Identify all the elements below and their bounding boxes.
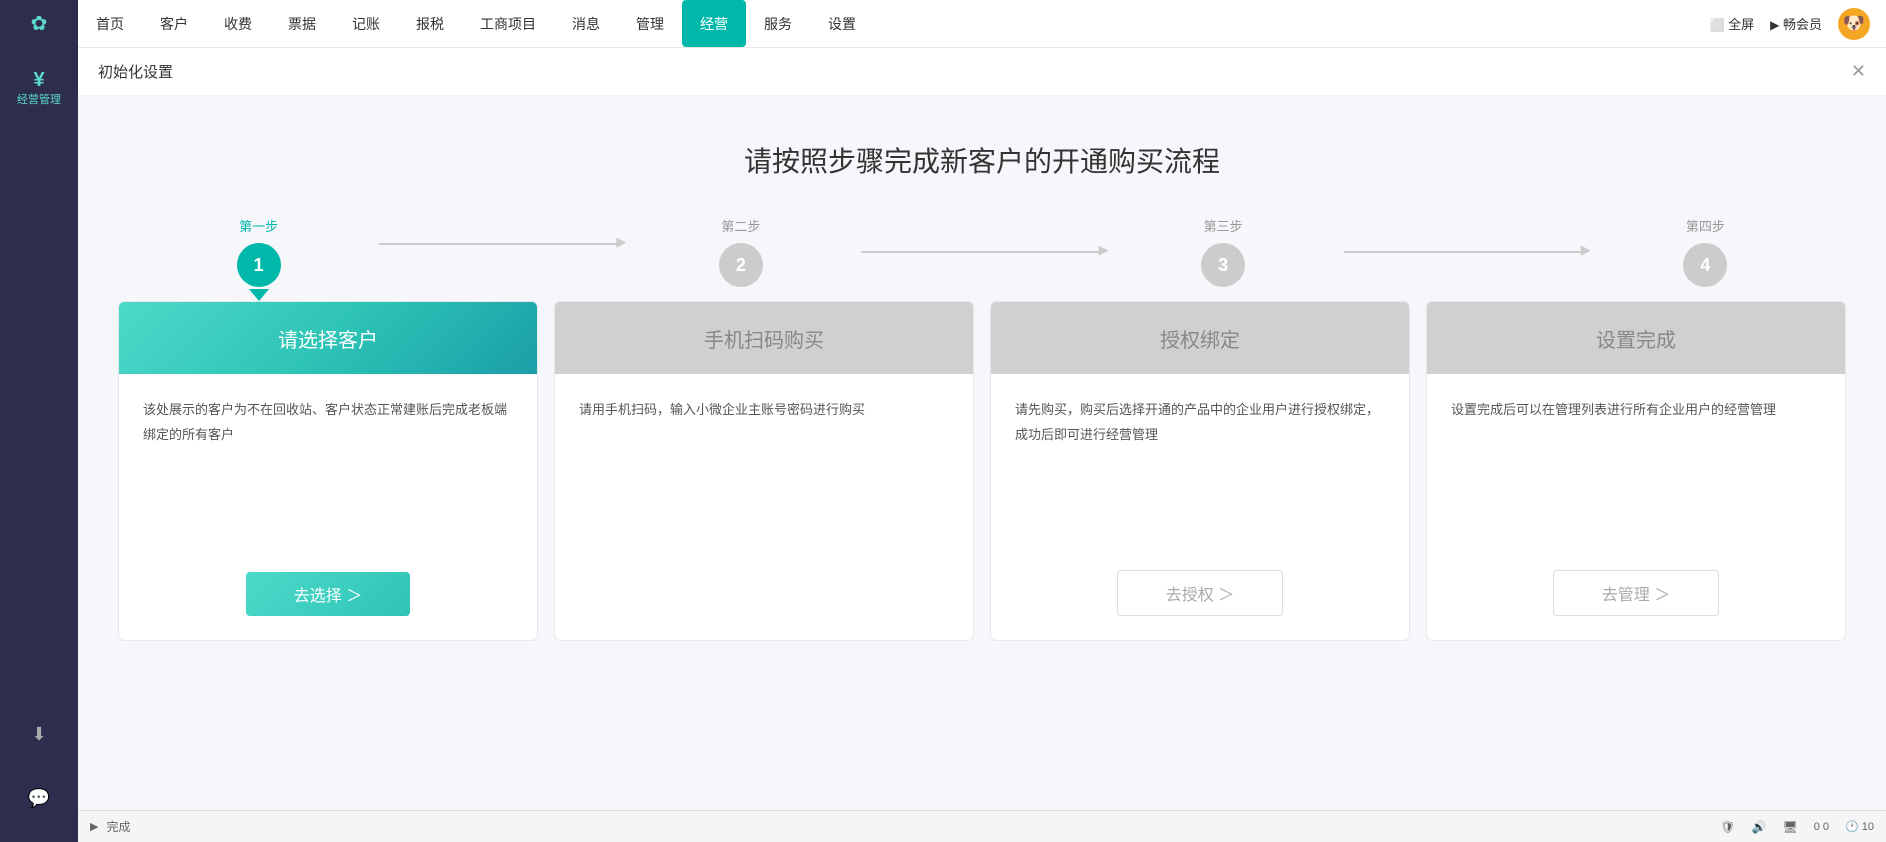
screen-icon: 🖥 xyxy=(1782,820,1797,834)
connector-2: ▶ xyxy=(861,251,1102,253)
step-3-action-button[interactable]: 去授权 ＞ xyxy=(1117,570,1283,616)
card-3-body: 请先购买，购买后选择开通的产品中的企业用户进行授权绑定，成功后即可进行经营管理 xyxy=(991,374,1409,554)
sidebar-download[interactable]: ⬇ xyxy=(0,702,78,766)
nav-settings[interactable]: 设置 xyxy=(810,0,874,47)
signal-icon: 0 0 xyxy=(1814,821,1829,833)
step-4-action-button[interactable]: 去管理 ＞ xyxy=(1553,570,1719,616)
nav-tax[interactable]: 报税 xyxy=(398,0,462,47)
content-area: 请按照步骤完成新客户的开通购买流程 第一步 1 ▶ 第二步 2 xyxy=(78,96,1886,810)
nav-operation[interactable]: 经营 xyxy=(682,0,746,47)
connector-1: ▶ xyxy=(379,243,620,245)
step-4-circle: 4 xyxy=(1683,243,1727,287)
card-2-header: 手机扫码购买 xyxy=(555,302,973,374)
step-1-label: 第一步 xyxy=(239,216,278,235)
sidebar-item-operation[interactable]: ¥ 经营管理 xyxy=(0,56,78,120)
status-bar: ▶ 完成 🛡 🔊 🖥 0 0 🕐 10 xyxy=(78,810,1886,842)
step-card-1: 请选择客户 该处展示的客户为不在回收站、客户状态正常建账后完成老板端绑定的所有客… xyxy=(118,301,538,641)
step-3-header: 第三步 3 xyxy=(1103,216,1344,299)
step-2-circle: 2 xyxy=(719,243,763,287)
steps-row: 第一步 1 ▶ 第二步 2 ▶ xyxy=(118,216,1846,301)
logo-icon: ✿ xyxy=(31,11,48,36)
card-2-body: 请用手机扫码，输入小微企业主账号密码进行购买 xyxy=(555,374,973,600)
status-left: ▶ 完成 xyxy=(90,818,130,835)
step-1-action-button[interactable]: 去选择 ＞ xyxy=(246,572,410,616)
close-button[interactable]: ✕ xyxy=(1851,61,1866,82)
main-area: 初始化设置 ✕ 请按照步骤完成新客户的开通购买流程 第一步 1 ▶ 第二步 xyxy=(78,48,1886,842)
step-card-2: 手机扫码购买 请用手机扫码，输入小微企业主账号密码进行购买 xyxy=(554,301,974,641)
card-2-footer xyxy=(555,600,973,640)
top-nav: ✿ 首页 客户 收费 票据 记账 报税 工商项目 消息 管理 经营 服务 设置 … xyxy=(0,0,1886,48)
chat-icon: 💬 xyxy=(28,788,50,809)
step-2-label: 第二步 xyxy=(721,216,760,235)
nav-right: ⬜ 全屏 ▶ 畅会员 🐶 xyxy=(1710,8,1886,40)
nav-customer[interactable]: 客户 xyxy=(142,0,206,47)
nav-service[interactable]: 服务 xyxy=(746,0,810,47)
time-icon: 🕐 10 xyxy=(1845,820,1874,833)
play-icon: ▶ xyxy=(90,820,98,833)
nav-invoice[interactable]: 票据 xyxy=(270,0,334,47)
nav-business[interactable]: 工商项目 xyxy=(462,0,554,47)
user-avatar[interactable]: 🐶 xyxy=(1838,8,1870,40)
main-title: 请按照步骤完成新客户的开通购买流程 xyxy=(118,140,1846,180)
card-1-body: 该处展示的客户为不在回收站、客户状态正常建账后完成老板端绑定的所有客户 xyxy=(119,374,537,556)
card-4-body: 设置完成后可以在管理列表进行所有企业用户的经营管理 xyxy=(1427,374,1845,554)
sidebar: ¥ 经营管理 ⬇ 💬 xyxy=(0,48,78,842)
step-4-header: 第四步 4 xyxy=(1585,216,1826,299)
step-1-header: 第一步 1 xyxy=(138,216,379,301)
step-4-label: 第四步 xyxy=(1686,216,1725,235)
nav-manage[interactable]: 管理 xyxy=(618,0,682,47)
step-card-3: 授权绑定 请先购买，购买后选择开通的产品中的企业用户进行授权绑定，成功后即可进行… xyxy=(990,301,1410,641)
download-icon: ⬇ xyxy=(31,724,46,745)
volume-icon: 🔊 xyxy=(1752,820,1767,834)
nav-billing[interactable]: 收费 xyxy=(206,0,270,47)
nav-bookkeeping[interactable]: 记账 xyxy=(334,0,398,47)
card-4-footer: 去管理 ＞ xyxy=(1427,554,1845,640)
vip-btn[interactable]: ▶ 畅会员 xyxy=(1770,14,1822,33)
status-text: 完成 xyxy=(106,818,130,835)
card-3-footer: 去授权 ＞ xyxy=(991,554,1409,640)
card-1-header: 请选择客户 xyxy=(119,302,537,374)
card-1-footer: 去选择 ＞ xyxy=(119,556,537,640)
sidebar-item-label: 经营管理 xyxy=(17,93,61,107)
step-card-4: 设置完成 设置完成后可以在管理列表进行所有企业用户的经营管理 去管理 ＞ xyxy=(1426,301,1846,641)
sidebar-chat[interactable]: 💬 xyxy=(0,766,78,830)
step-1-pointer xyxy=(249,289,269,301)
nav-items: 首页 客户 收费 票据 记账 报税 工商项目 消息 管理 经营 服务 设置 xyxy=(78,0,1710,47)
page-title: 初始化设置 xyxy=(98,61,173,82)
status-right: 🛡 🔊 🖥 0 0 🕐 10 xyxy=(1720,820,1874,834)
step-3-label: 第三步 xyxy=(1204,216,1243,235)
page-header: 初始化设置 ✕ xyxy=(78,48,1886,96)
fullscreen-btn[interactable]: ⬜ 全屏 xyxy=(1710,14,1755,33)
connector-3: ▶ xyxy=(1344,251,1585,253)
yuan-icon: ¥ xyxy=(23,69,55,93)
step-1-circle: 1 xyxy=(237,243,281,287)
logo[interactable]: ✿ xyxy=(0,0,78,48)
card-4-header: 设置完成 xyxy=(1427,302,1845,374)
shield-icon: 🛡 xyxy=(1720,820,1735,834)
step-2-header: 第二步 2 xyxy=(620,216,861,299)
cards-row: 请选择客户 该处展示的客户为不在回收站、客户状态正常建账后完成老板端绑定的所有客… xyxy=(118,301,1846,641)
sidebar-bottom: ⬇ 💬 xyxy=(0,702,78,842)
step-3-circle: 3 xyxy=(1201,243,1245,287)
nav-home[interactable]: 首页 xyxy=(78,0,142,47)
nav-message[interactable]: 消息 xyxy=(554,0,618,47)
card-3-header: 授权绑定 xyxy=(991,302,1409,374)
